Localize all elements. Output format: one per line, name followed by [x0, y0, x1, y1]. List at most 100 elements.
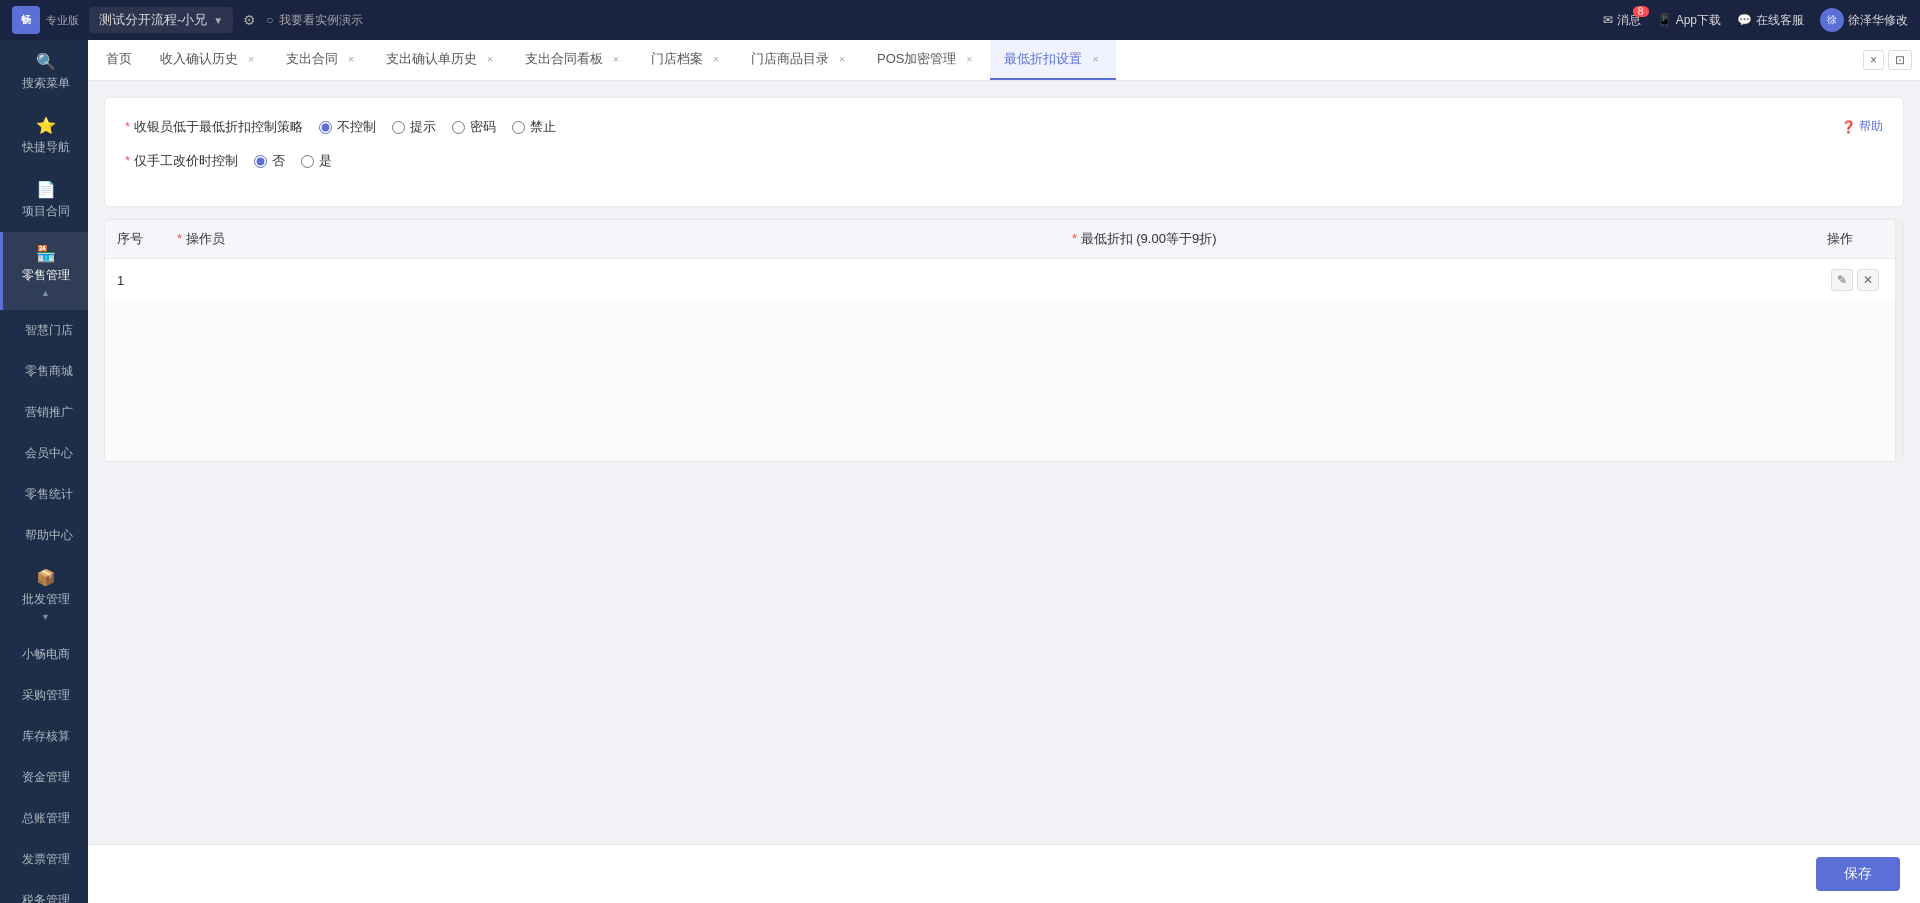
sidebar-label-smart-store: 智慧门店 [25, 322, 73, 339]
table-header-row: 序号 * 操作员 * 最低折扣 (9.00等于9折) 操作 [105, 220, 1895, 259]
tab-close-button[interactable]: × [1863, 50, 1884, 70]
quicknav-icon: ⭐ [36, 116, 56, 135]
tab-store-products-close[interactable]: × [835, 52, 849, 66]
empty-area [105, 301, 1895, 461]
radio-option-hint[interactable]: 提示 [392, 118, 436, 136]
sidebar-item-smart-store[interactable]: 智慧门店 [0, 310, 88, 351]
save-button[interactable]: 保存 [1816, 857, 1900, 891]
app-download-item[interactable]: 📱 App下载 [1657, 12, 1721, 29]
sidebar-item-funds[interactable]: 资金管理 [0, 757, 88, 798]
radio-option-yes[interactable]: 是 [301, 152, 332, 170]
tab-store-products[interactable]: 门店商品目录 × [737, 40, 863, 80]
sidebar-label-purchase: 采购管理 [22, 687, 70, 704]
sidebar-item-retail-stat[interactable]: 零售统计 [0, 474, 88, 515]
sidebar-item-contract[interactable]: 📄 项目合同 [0, 168, 88, 232]
sidebar-item-purchase[interactable]: 采购管理 [0, 675, 88, 716]
topbar-settings-icon[interactable]: ⚙ [243, 12, 256, 28]
tab-store-file[interactable]: 门店档案 × [637, 40, 737, 80]
radio-forbid[interactable] [512, 121, 525, 134]
sidebar-label-retail: 零售管理 [22, 267, 70, 284]
sidebar-item-member[interactable]: 会员中心 [0, 433, 88, 474]
tab-expense-board-close[interactable]: × [609, 52, 623, 66]
sidebar-item-help[interactable]: 帮助中心 [0, 515, 88, 556]
tab-pos-encrypt-close[interactable]: × [962, 52, 976, 66]
demo-icon: ○ [266, 13, 273, 27]
tab-pos-encrypt-label: POS加密管理 [877, 50, 956, 68]
sidebar-label-ledger: 总账管理 [22, 810, 70, 827]
tab-income-history[interactable]: 收入确认历史 × [146, 40, 272, 80]
radio-option-password[interactable]: 密码 [452, 118, 496, 136]
radio-option-none[interactable]: 不控制 [319, 118, 376, 136]
action-delete-btn[interactable]: ✕ [1857, 269, 1879, 291]
tab-min-discount-close[interactable]: × [1088, 52, 1102, 66]
radio-none[interactable] [319, 121, 332, 134]
sidebar-item-retail-mall[interactable]: 零售商城 [0, 351, 88, 392]
form-label-2: 仅手工改价时控制 [125, 152, 238, 170]
sidebar-item-inventory[interactable]: 库存核算 [0, 716, 88, 757]
form-row-1: 收银员低于最低折扣控制策略 不控制 提示 [125, 118, 556, 136]
tab-min-discount[interactable]: 最低折扣设置 × [990, 40, 1116, 80]
action-btns: ✎ ✕ [1827, 269, 1883, 291]
form-label-1: 收银员低于最低折扣控制策略 [125, 118, 303, 136]
tab-pos-encrypt[interactable]: POS加密管理 × [863, 40, 990, 80]
sidebar-item-tax[interactable]: 税务管理 [0, 880, 88, 903]
help-icon: ❓ [1841, 120, 1856, 134]
form-card: 收银员低于最低折扣控制策略 不控制 提示 [104, 97, 1904, 207]
user-item[interactable]: 徐 徐泽华修改 [1820, 8, 1908, 32]
tab-expense-contract[interactable]: 支出合同 × [272, 40, 372, 80]
radio-group-2: 否 是 [254, 152, 332, 170]
radio-password[interactable] [452, 121, 465, 134]
user-name: 徐泽华修改 [1848, 12, 1908, 29]
col-header-seq: 序号 [105, 220, 165, 259]
sidebar-label-tax: 税务管理 [22, 892, 70, 903]
avatar: 徐 [1820, 8, 1844, 32]
tab-income-history-label: 收入确认历史 [160, 50, 238, 68]
message-badge: 8 [1633, 6, 1649, 17]
tab-window-button[interactable]: ⊡ [1888, 50, 1912, 70]
radio-hint[interactable] [392, 121, 405, 134]
cell-discount [1060, 259, 1815, 302]
tab-income-history-close[interactable]: × [244, 52, 258, 66]
message-item[interactable]: ✉ 消息 8 [1603, 12, 1641, 29]
tab-expense-board[interactable]: 支出合同看板 × [511, 40, 637, 80]
radio-option-no[interactable]: 否 [254, 152, 285, 170]
sidebar-item-quicknav[interactable]: ⭐ 快捷导航 [0, 104, 88, 168]
tab-expense-history[interactable]: 支出确认单历史 × [372, 40, 511, 80]
cell-seq: 1 [105, 259, 165, 302]
tab-bar: 首页 收入确认历史 × 支出合同 × 支出确认单历史 × 支出合同看板 × 门店… [88, 40, 1920, 81]
sidebar-label-retail-stat: 零售统计 [25, 486, 73, 503]
sidebar-label-quicknav: 快捷导航 [22, 139, 70, 156]
tab-expense-contract-close[interactable]: × [344, 52, 358, 66]
tab-home[interactable]: 首页 [92, 40, 146, 80]
sidebar-item-marketing[interactable]: 营销推广 [0, 392, 88, 433]
logo: 畅 专业版 [12, 6, 79, 34]
topbar: 畅 专业版 测试分开流程-小兄 ▼ ⚙ ○ 我要看实例演示 ✉ 消息 8 📱 A… [0, 0, 1920, 40]
form-row-2: 仅手工改价时控制 否 是 [125, 152, 556, 170]
sidebar-item-ledger[interactable]: 总账管理 [0, 798, 88, 839]
sidebar-item-invoice[interactable]: 发票管理 [0, 839, 88, 880]
demo-link[interactable]: ○ 我要看实例演示 [266, 12, 362, 29]
project-selector[interactable]: 测试分开流程-小兄 ▼ [89, 7, 233, 33]
radio-no-label: 否 [272, 152, 285, 170]
radio-no[interactable] [254, 155, 267, 168]
customer-service-item[interactable]: 💬 在线客服 [1737, 12, 1804, 29]
radio-hint-label: 提示 [410, 118, 436, 136]
sidebar-item-wholesale[interactable]: 📦 批发管理 ▼ [0, 556, 88, 634]
customer-service-label: 在线客服 [1756, 12, 1804, 29]
sidebar-label-help: 帮助中心 [25, 527, 73, 544]
table-scrollbar[interactable] [1895, 220, 1903, 461]
sidebar-item-retail[interactable]: 🏪 零售管理 ▲ [0, 232, 88, 310]
tab-expense-board-label: 支出合同看板 [525, 50, 603, 68]
action-edit-btn[interactable]: ✎ [1831, 269, 1853, 291]
tab-store-file-close[interactable]: × [709, 52, 723, 66]
tab-expense-history-close[interactable]: × [483, 52, 497, 66]
radio-forbid-label: 禁止 [530, 118, 556, 136]
app-download-label: App下载 [1676, 12, 1721, 29]
col-header-action: 操作 [1815, 220, 1895, 259]
sidebar-item-ecommerce[interactable]: 小畅电商 [0, 634, 88, 675]
sidebar-item-search[interactable]: 🔍 搜索菜单 [0, 40, 88, 104]
tab-store-file-label: 门店档案 [651, 50, 703, 68]
radio-option-forbid[interactable]: 禁止 [512, 118, 556, 136]
radio-yes[interactable] [301, 155, 314, 168]
help-link[interactable]: ❓ 帮助 [1841, 118, 1883, 135]
